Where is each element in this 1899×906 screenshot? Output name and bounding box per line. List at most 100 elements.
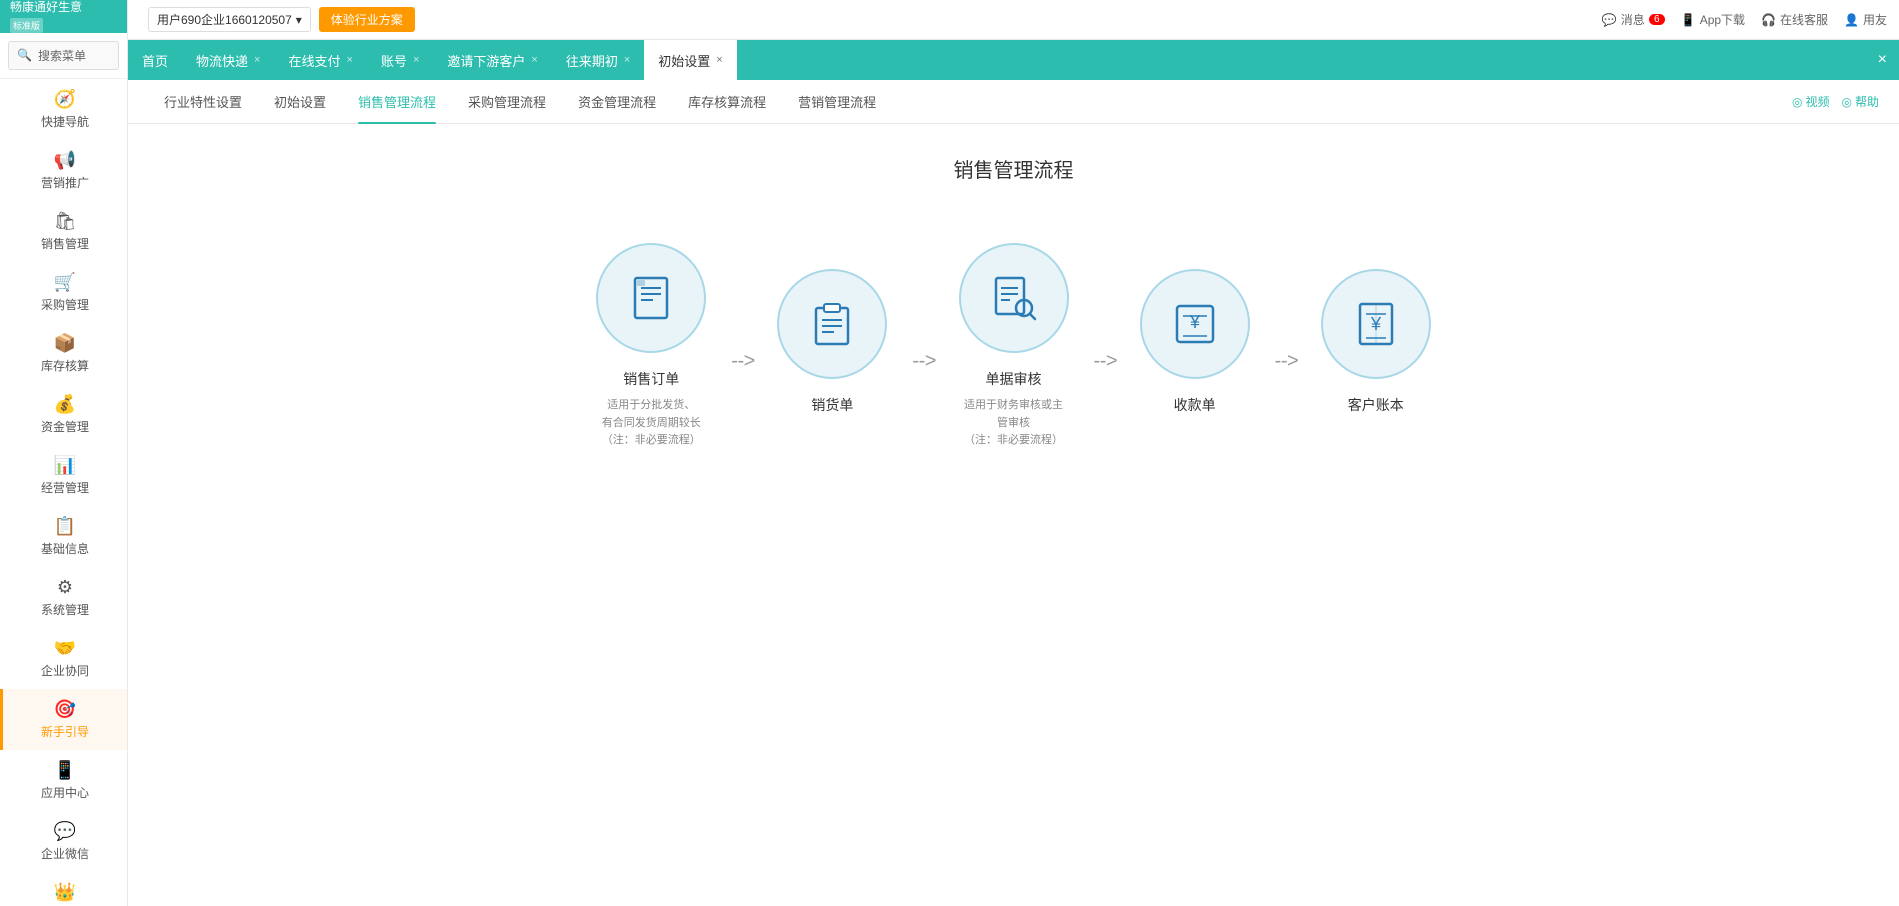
sidebar-label-enterprise-collab: 企业协同 xyxy=(41,662,89,679)
flow-label-sales-order: 销售订单 xyxy=(623,369,679,389)
sidebar-label-app-center: 应用中心 xyxy=(41,784,89,801)
app-download-button[interactable]: 📱 App下载 xyxy=(1681,11,1745,28)
nav-tab-label: 初始设置 xyxy=(658,51,710,70)
nav-tabs: 首页物流快递×在线支付×账号×邀请下游客户×往来期初×初始设置×× xyxy=(128,40,1899,80)
user-name-label: 用友 xyxy=(1863,11,1887,28)
sidebar-logo: 畅康通好生意 标准版 xyxy=(0,0,127,33)
sidebar-icon-quick-nav: 🧭 xyxy=(54,89,76,110)
nav-tab-close[interactable]: × xyxy=(413,54,419,66)
sidebar-icon-enterprise-wechat: 💬 xyxy=(54,821,76,842)
sidebar-icon-sales-mgmt: 🛍 xyxy=(54,211,77,232)
sidebar-item-app-center[interactable]: 📱 应用中心 xyxy=(0,750,127,811)
message-badge: 6 xyxy=(1649,14,1665,25)
flow-label-doc-review: 单据审核 xyxy=(986,369,1042,389)
sub-tab-采购管理流程[interactable]: 采购管理流程 xyxy=(452,80,562,124)
flow-circle-customer-ledger[interactable]: ¥ xyxy=(1321,269,1431,379)
flow-circle-receipt[interactable]: ¥ xyxy=(1140,269,1250,379)
sidebar: 畅康通好生意 标准版 🔍 搜索菜单 🧭 快捷导航 📢 营销推广 🛍 销售管理 🛒… xyxy=(0,0,128,906)
nav-tab-往来期初[interactable]: 往来期初 × xyxy=(552,40,644,80)
experience-btn[interactable]: 体验行业方案 xyxy=(319,7,415,32)
user-avatar-button[interactable]: 👤 用友 xyxy=(1844,11,1887,28)
flow-label-receipt: 收款单 xyxy=(1174,395,1216,415)
sidebar-label-basic-info: 基础信息 xyxy=(41,540,89,557)
sub-tabs: 行业特性设置初始设置销售管理流程采购管理流程资金管理流程库存核算流程营销管理流程… xyxy=(128,80,1899,124)
flow-item-sales-delivery: 销货单 xyxy=(742,269,922,423)
sub-tab-营销管理流程[interactable]: 营销管理流程 xyxy=(782,80,892,124)
message-label: 消息 xyxy=(1621,11,1645,28)
nav-tab-close[interactable]: × xyxy=(346,54,352,66)
flow-label-customer-ledger: 客户账本 xyxy=(1348,395,1404,415)
online-service-button[interactable]: 🎧 在线客服 xyxy=(1761,11,1828,28)
action-帮助[interactable]: ◎帮助 xyxy=(1842,93,1880,110)
circle-icon: ◎ xyxy=(1792,95,1802,109)
flow-desc-sales-order: 适用于分批发货、有合同发货周期较长（注：非必要流程） xyxy=(602,397,701,450)
flow-label-sales-delivery: 销货单 xyxy=(811,395,853,415)
download-icon: 📱 xyxy=(1681,13,1696,27)
flow-circle-sales-delivery[interactable] xyxy=(777,269,887,379)
flow-circle-doc-review[interactable] xyxy=(959,243,1069,353)
sidebar-icon-finance-mgmt: 💰 xyxy=(54,394,76,415)
sidebar-item-purchase-mgmt[interactable]: 🛒 采购管理 xyxy=(0,262,127,323)
sidebar-item-ops-mgmt[interactable]: 📊 经营管理 xyxy=(0,445,127,506)
search-menu-label: 搜索菜单 xyxy=(38,47,86,64)
flow-item-sales-order: 销售订单 适用于分批发货、有合同发货周期较长（注：非必要流程） xyxy=(561,243,741,450)
sidebar-item-sys-mgmt[interactable]: ⚙ 系统管理 xyxy=(0,567,127,628)
flow-item-receipt: ¥ 收款单 xyxy=(1105,269,1285,423)
nav-tab-label: 账号 xyxy=(381,51,407,70)
page-content: 销售管理流程 销售订单 适用于分批发货、有合同发货周期较长（注：非必要流程） -… xyxy=(128,124,1899,530)
nav-tab-label: 物流快递 xyxy=(196,51,248,70)
flow-circle-sales-order[interactable] xyxy=(596,243,706,353)
nav-tab-close[interactable]: × xyxy=(624,54,630,66)
close-icon: × xyxy=(1878,51,1887,69)
sub-tab-行业特性设置[interactable]: 行业特性设置 xyxy=(148,80,258,124)
sidebar-item-sales-mgmt[interactable]: 🛍 销售管理 xyxy=(0,201,127,262)
sidebar-label-sales-mgmt: 销售管理 xyxy=(41,235,89,252)
sidebar-item-finance-mgmt[interactable]: 💰 资金管理 xyxy=(0,384,127,445)
circle-icon: ◎ xyxy=(1842,95,1852,109)
action-视频[interactable]: ◎视频 xyxy=(1792,93,1830,110)
sidebar-label-sys-mgmt: 系统管理 xyxy=(41,601,89,618)
nav-tab-首页[interactable]: 首页 xyxy=(128,40,182,80)
nav-tab-账号[interactable]: 账号 × xyxy=(367,40,433,80)
nav-tab-close[interactable]: × xyxy=(254,54,260,66)
nav-tab-初始设置[interactable]: 初始设置 × xyxy=(644,40,736,80)
nav-close-button[interactable]: × xyxy=(1866,40,1899,80)
sidebar-label-inventory: 库存核算 xyxy=(41,357,89,374)
sidebar-label-quick-nav: 快捷导航 xyxy=(41,113,89,130)
nav-tab-close[interactable]: × xyxy=(716,54,722,66)
nav-tab-close[interactable]: × xyxy=(531,54,537,66)
nav-tab-label: 首页 xyxy=(142,51,168,70)
sub-tab-资金管理流程[interactable]: 资金管理流程 xyxy=(562,80,672,124)
sidebar-icon-ops-mgmt: 📊 xyxy=(54,455,76,476)
sidebar-item-enterprise-wechat[interactable]: 💬 企业微信 xyxy=(0,811,127,872)
sidebar-label-ops-mgmt: 经营管理 xyxy=(41,479,89,496)
message-button[interactable]: 💬 消息 6 xyxy=(1602,11,1665,28)
flow-item-customer-ledger: ¥ 客户账本 xyxy=(1286,269,1466,423)
sidebar-item-newbie-guide[interactable]: 🎯 新手引导 xyxy=(0,689,127,750)
logo-text: 畅康通好生意 xyxy=(10,0,82,16)
top-bar-right: 💬 消息 6 📱 App下载 🎧 在线客服 👤 用友 xyxy=(1602,11,1887,28)
sub-tab-初始设置[interactable]: 初始设置 xyxy=(258,80,342,124)
nav-tab-物流快递[interactable]: 物流快递 × xyxy=(182,40,274,80)
flow-diagram: 销售订单 适用于分批发货、有合同发货周期较长（注：非必要流程） - - > 销货… xyxy=(148,223,1879,510)
sidebar-label-finance-mgmt: 资金管理 xyxy=(41,418,89,435)
sub-tab-销售管理流程[interactable]: 销售管理流程 xyxy=(342,80,452,124)
sidebar-item-enterprise-collab[interactable]: 🤝 企业协同 xyxy=(0,628,127,689)
search-menu-button[interactable]: 🔍 搜索菜单 xyxy=(8,41,119,70)
page-title: 销售管理流程 xyxy=(148,154,1879,183)
headset-icon: 🎧 xyxy=(1761,13,1776,27)
user-select[interactable]: 用户690企业1660120507 ▾ xyxy=(148,7,311,32)
sidebar-label-purchase-mgmt: 采购管理 xyxy=(41,296,89,313)
sidebar-item-vip-member[interactable]: 👑 畅会员 xyxy=(0,872,127,906)
nav-tab-label: 往来期初 xyxy=(566,51,618,70)
sidebar-item-inventory[interactable]: 📦 库存核算 xyxy=(0,323,127,384)
nav-tab-邀请下游客户[interactable]: 邀请下游客户× xyxy=(433,40,551,80)
sidebar-item-quick-nav[interactable]: 🧭 快捷导航 xyxy=(0,79,127,140)
action-label: 视频 xyxy=(1805,93,1829,110)
online-service-label: 在线客服 xyxy=(1780,11,1828,28)
nav-tab-在线支付[interactable]: 在线支付× xyxy=(274,40,366,80)
sidebar-item-marketing-promo[interactable]: 📢 营销推广 xyxy=(0,140,127,201)
sub-tab-库存核算流程[interactable]: 库存核算流程 xyxy=(672,80,782,124)
sidebar-label-marketing-promo: 营销推广 xyxy=(41,174,89,191)
sidebar-item-basic-info[interactable]: 📋 基础信息 xyxy=(0,506,127,567)
